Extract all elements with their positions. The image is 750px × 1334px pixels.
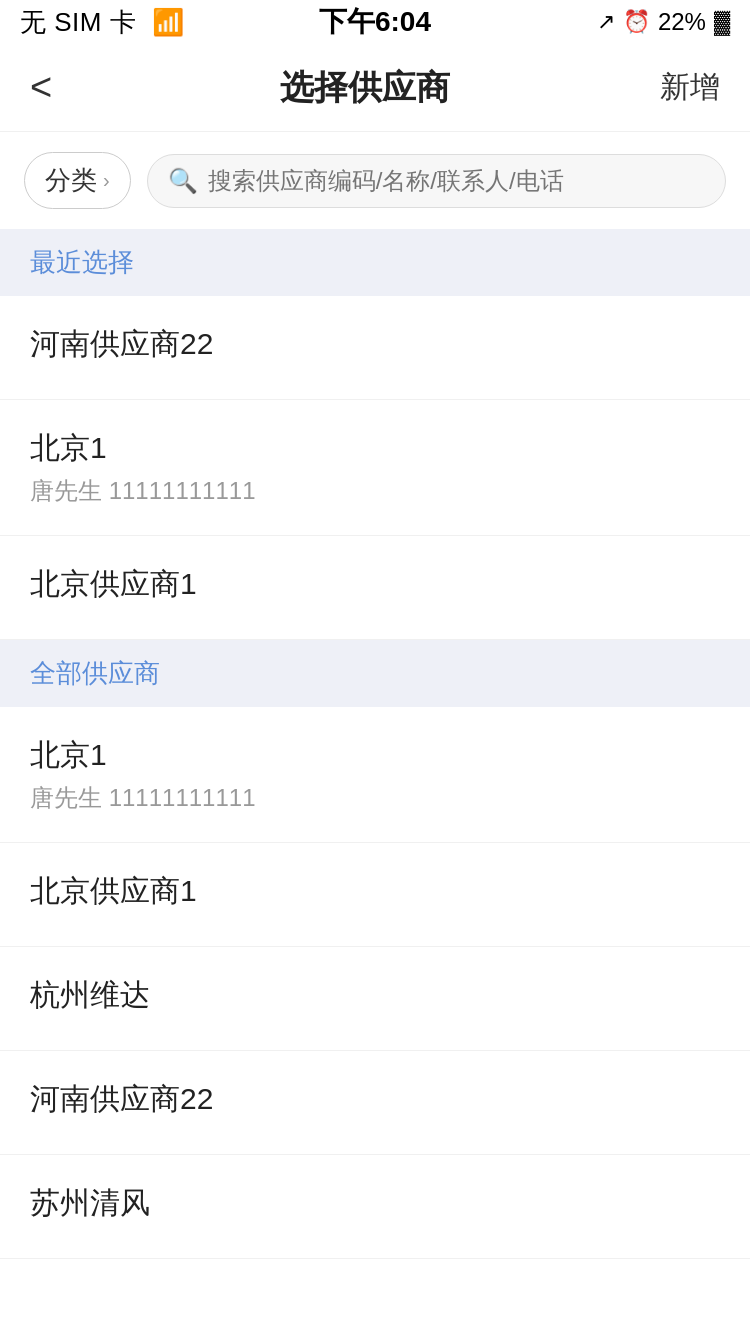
- item-name: 北京供应商1: [30, 564, 720, 605]
- section-header-recent: 最近选择: [0, 229, 750, 296]
- category-button[interactable]: 分类 ›: [24, 152, 131, 209]
- status-bar: 无 SIM 卡 📶 下午6:04 ↗ ⏰ 22% ▓: [0, 0, 750, 44]
- page-title: 选择供应商: [90, 65, 640, 111]
- search-box[interactable]: 🔍: [147, 154, 726, 208]
- list-item[interactable]: 北京供应商1: [0, 843, 750, 947]
- search-input[interactable]: [208, 167, 705, 195]
- chevron-right-icon: ›: [103, 169, 110, 192]
- item-name: 杭州维达: [30, 975, 720, 1016]
- back-button[interactable]: <: [30, 66, 90, 109]
- item-name: 河南供应商22: [30, 1079, 720, 1120]
- item-name: 河南供应商22: [30, 324, 720, 365]
- status-left: 无 SIM 卡 📶: [20, 5, 184, 40]
- list-item[interactable]: 河南供应商22: [0, 1051, 750, 1155]
- status-right: ↗ ⏰ 22% ▓: [597, 8, 730, 36]
- list-item[interactable]: 杭州维达: [0, 947, 750, 1051]
- item-sub: 唐先生 11111111111: [30, 475, 720, 507]
- battery-percent: 22%: [658, 8, 706, 36]
- item-name: 北京1: [30, 735, 720, 776]
- item-name: 北京1: [30, 428, 720, 469]
- status-time: 下午6:04: [319, 3, 431, 41]
- add-button[interactable]: 新增: [640, 67, 720, 108]
- list-item[interactable]: 北京供应商1: [0, 536, 750, 640]
- list-item[interactable]: 北京1 唐先生 11111111111: [0, 707, 750, 843]
- category-label: 分类: [45, 163, 97, 198]
- filter-bar: 分类 › 🔍: [0, 132, 750, 229]
- list-item[interactable]: 河南供应商22: [0, 296, 750, 400]
- nav-bar: < 选择供应商 新增: [0, 44, 750, 132]
- search-icon: 🔍: [168, 167, 198, 195]
- battery-icon: ▓: [714, 9, 730, 35]
- list-item[interactable]: 北京1 唐先生 11111111111: [0, 400, 750, 536]
- item-sub: 唐先生 11111111111: [30, 782, 720, 814]
- alarm-icon: ⏰: [623, 9, 650, 35]
- location-icon: ↗: [597, 9, 615, 35]
- sections-container: 最近选择河南供应商22 北京1 唐先生 11111111111 北京供应商1 全部供应商…: [0, 229, 750, 1259]
- item-name: 北京供应商1: [30, 871, 720, 912]
- item-name: 苏州清风: [30, 1183, 720, 1224]
- list-item[interactable]: 苏州清风: [0, 1155, 750, 1259]
- back-icon: <: [30, 66, 52, 109]
- section-header-all: 全部供应商: [0, 640, 750, 707]
